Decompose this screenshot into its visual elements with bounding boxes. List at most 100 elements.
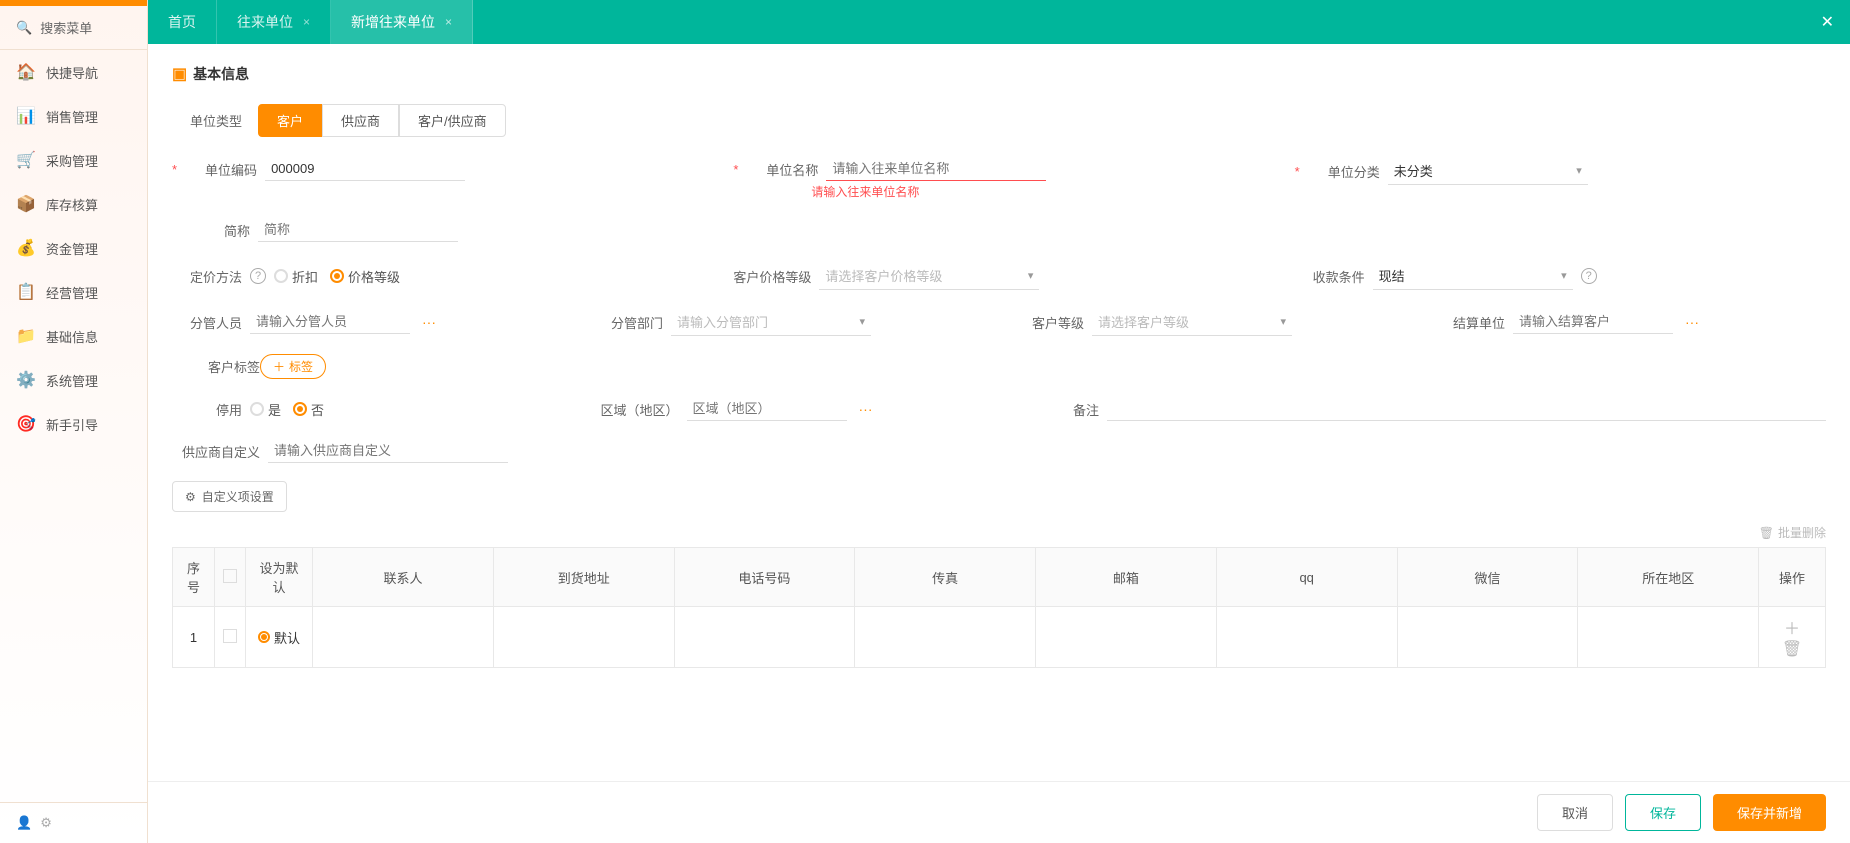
cell-default: 默认: [245, 607, 312, 668]
remark-field: 备注: [1029, 397, 1826, 421]
cell-fax[interactable]: [855, 607, 1036, 668]
tag-label: 客户标签: [180, 357, 260, 376]
col-qq: qq: [1216, 548, 1397, 607]
code-name-category-row: * 单位编码 * 单位名称 请输入往来单位名称 * 单位分类 未分类 ▾: [172, 157, 1826, 200]
customer-level-select[interactable]: 请选择客户等级 ▾: [1092, 308, 1292, 336]
disable-no-label: 否: [311, 400, 324, 419]
cell-qq[interactable]: [1216, 607, 1397, 668]
contacts-table: 序号 设为默认 联系人 到货地址 电话号码 传真 邮箱 qq 微信 所在地区 操…: [172, 547, 1826, 668]
sidebar-item-label: 基础信息: [46, 327, 98, 346]
sidebar-item-label: 新手引导: [46, 415, 98, 434]
pricing-radio-group: 折扣 价格等级: [274, 267, 400, 286]
cell-phone[interactable]: [674, 607, 855, 668]
price-level-select[interactable]: 请选择客户价格等级 ▾: [819, 262, 1039, 290]
tab-partners[interactable]: 往来单位 ×: [217, 0, 331, 44]
code-input[interactable]: [265, 157, 465, 181]
manager-more-button[interactable]: ···: [418, 314, 440, 330]
add-row-button[interactable]: ＋: [1781, 621, 1803, 638]
supplier-custom-input[interactable]: [268, 439, 508, 463]
disable-no-radio[interactable]: [293, 402, 307, 416]
bottom-bar: 取消 保存 保存并新增: [148, 781, 1850, 843]
region-more-button[interactable]: ···: [855, 401, 877, 417]
region-input[interactable]: [687, 397, 847, 421]
search-menu-item[interactable]: 🔍 搜索菜单: [0, 6, 147, 50]
newbie-icon: 🎯: [16, 414, 36, 434]
payment-help-icon[interactable]: ?: [1581, 268, 1597, 284]
short-name-input[interactable]: [258, 218, 458, 242]
fax-input[interactable]: [863, 630, 1027, 645]
cell-contact[interactable]: [313, 607, 494, 668]
col-phone: 电话号码: [674, 548, 855, 607]
tab-new-partner-close[interactable]: ×: [445, 15, 452, 29]
sidebar-item-quick-nav[interactable]: 🏠 快捷导航: [0, 50, 147, 94]
section-icon: ▣: [172, 64, 187, 84]
sidebar-item-newbie[interactable]: 🎯 新手引导: [0, 402, 147, 446]
save-button[interactable]: 保存: [1625, 794, 1701, 831]
sidebar-item-sales[interactable]: 📊 销售管理: [0, 94, 147, 138]
tab-home-label: 首页: [168, 12, 196, 32]
tab-partners-close[interactable]: ×: [303, 15, 310, 29]
wechat-input[interactable]: [1406, 630, 1570, 645]
cell-email[interactable]: [1036, 607, 1217, 668]
unit-type-customer-button[interactable]: 客户: [258, 104, 322, 137]
sidebar-item-finance[interactable]: 💰 资金管理: [0, 226, 147, 270]
cell-region[interactable]: [1578, 607, 1759, 668]
address-input[interactable]: [502, 630, 666, 645]
qq-input[interactable]: [1225, 630, 1389, 645]
unit-type-row: 单位类型 客户 供应商 客户/供应商: [172, 104, 1826, 137]
email-input[interactable]: [1044, 630, 1208, 645]
row-checkbox[interactable]: [223, 629, 237, 643]
custom-settings-button[interactable]: ⚙ 自定义项设置: [172, 481, 287, 512]
supplier-custom-label: 供应商自定义: [180, 442, 260, 461]
sidebar-item-inventory[interactable]: 📦 库存核算: [0, 182, 147, 226]
save-and-new-button[interactable]: 保存并新增: [1713, 794, 1826, 831]
col-seq: 序号: [173, 548, 215, 607]
name-input[interactable]: [826, 157, 1046, 181]
add-tag-button[interactable]: ＋ 标签: [260, 354, 326, 379]
sidebar-item-system[interactable]: ⚙️ 系统管理: [0, 358, 147, 402]
name-required-mark: *: [733, 162, 738, 177]
basic-icon: 📁: [16, 326, 36, 346]
sidebar-item-purchase[interactable]: 🛒 采购管理: [0, 138, 147, 182]
pricing-help-icon[interactable]: ?: [250, 268, 266, 284]
cell-wechat[interactable]: [1397, 607, 1578, 668]
row-region-input[interactable]: [1586, 630, 1750, 645]
contact-input[interactable]: [321, 630, 485, 645]
cell-address[interactable]: [493, 607, 674, 668]
select-all-checkbox[interactable]: [223, 569, 237, 583]
plus-icon: ＋: [273, 358, 285, 375]
tab-new-partner[interactable]: 新增往来单位 ×: [331, 0, 473, 44]
cancel-button[interactable]: 取消: [1537, 794, 1613, 831]
remark-input[interactable]: [1107, 397, 1826, 421]
disable-no-option[interactable]: 否: [293, 400, 324, 419]
unit-type-both-button[interactable]: 客户/供应商: [399, 104, 506, 137]
pricing-level-option[interactable]: 价格等级: [330, 267, 400, 286]
pricing-discount-option[interactable]: 折扣: [274, 267, 318, 286]
tab-home[interactable]: 首页: [148, 0, 217, 44]
sidebar-item-basic[interactable]: 📁 基础信息: [0, 314, 147, 358]
sidebar-item-label: 销售管理: [46, 107, 98, 126]
sidebar-item-operation[interactable]: 📋 经营管理: [0, 270, 147, 314]
unit-type-supplier-button[interactable]: 供应商: [322, 104, 399, 137]
short-name-row: 简称: [172, 218, 1826, 242]
dept-select[interactable]: 请输入分管部门 ▾: [671, 308, 871, 336]
pricing-discount-radio[interactable]: [274, 269, 288, 283]
col-address: 到货地址: [493, 548, 674, 607]
batch-delete-button[interactable]: 🗑 批量删除: [1759, 524, 1826, 541]
disable-yes-option[interactable]: 是: [250, 400, 281, 419]
settlement-more-button[interactable]: ···: [1681, 314, 1703, 330]
payment-select[interactable]: 现结 ▾: [1373, 262, 1573, 290]
pricing-level-radio[interactable]: [330, 269, 344, 283]
close-all-tabs-button[interactable]: ✕: [1805, 0, 1850, 44]
category-select[interactable]: 未分类 ▾: [1388, 157, 1588, 185]
section-title-basic: ▣ 基本信息: [172, 64, 1826, 84]
disable-yes-radio[interactable]: [250, 402, 264, 416]
default-radio[interactable]: [258, 631, 270, 643]
col-fax: 传真: [855, 548, 1036, 607]
settlement-input[interactable]: [1513, 310, 1673, 334]
supplier-custom-row: 供应商自定义: [172, 439, 1826, 463]
dept-label: 分管部门: [593, 313, 663, 332]
phone-input[interactable]: [683, 630, 847, 645]
delete-row-button[interactable]: 🗑: [1779, 641, 1805, 658]
manager-input[interactable]: [250, 310, 410, 334]
